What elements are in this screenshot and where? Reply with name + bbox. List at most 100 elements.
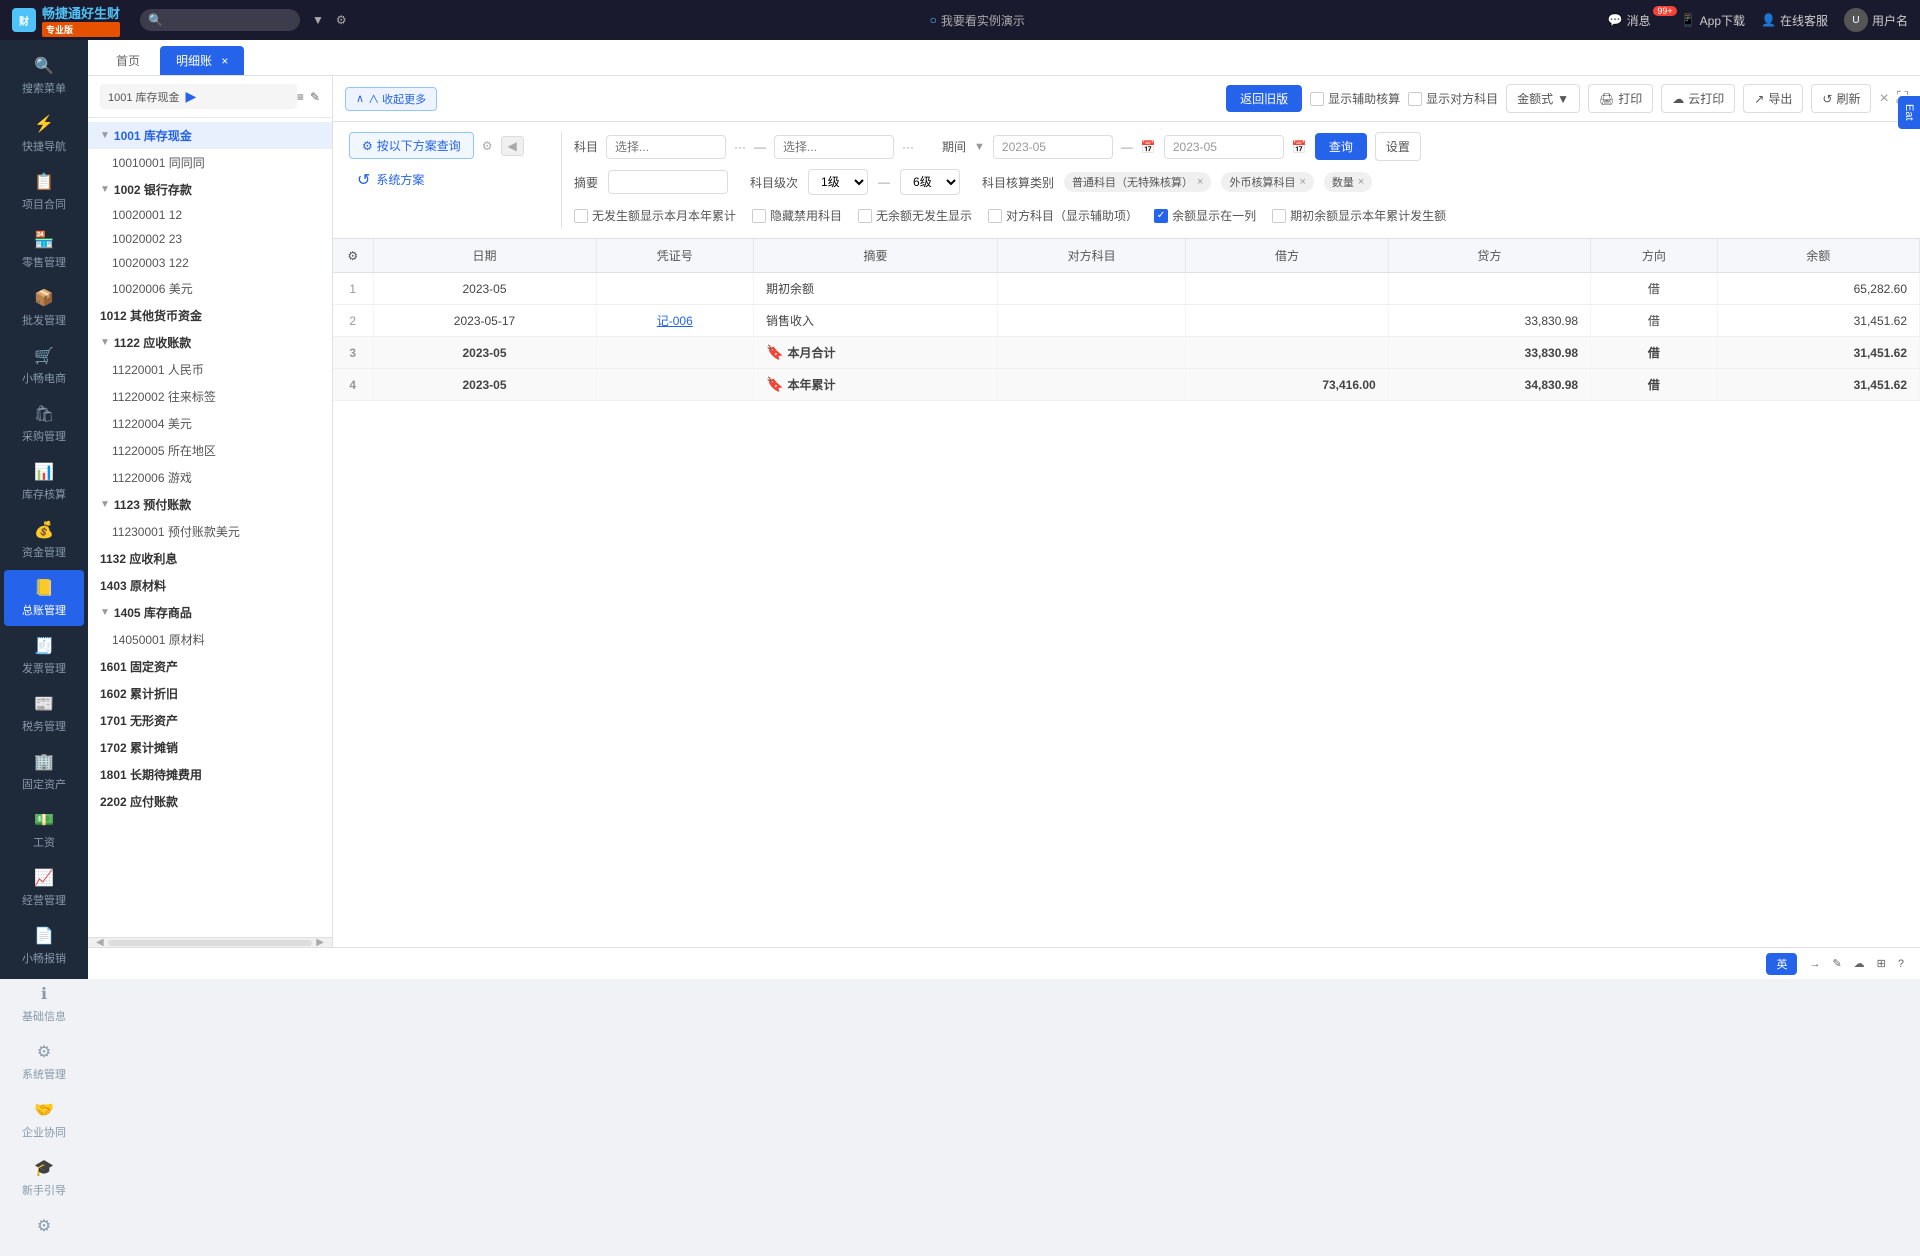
chk-initial[interactable]: 期初余额显示本年累计发生额 [1272,207,1446,224]
app-download-btn[interactable]: 📱 App下载 [1681,12,1745,29]
export-btn[interactable]: ↗ 导出 [1743,84,1803,113]
tree-item-10020003[interactable]: 10020003 122 [88,251,332,275]
tree-item-11220002[interactable]: 11220002 往来标签 [88,383,332,410]
tree-item-1123[interactable]: ▼ 1123 预付账款 [88,491,332,518]
tab-detail[interactable]: 明细账 × [160,46,244,75]
chk-box-opposite[interactable] [988,209,1002,223]
panel-list-icon[interactable]: ≡ [297,90,304,104]
demo-link[interactable]: ○ 我要看实例演示 [930,12,1025,29]
sidebar-item-quicknav[interactable]: ⚡ 快捷导航 [4,106,84,162]
tree-item-1403[interactable]: 1403 原材料 [88,572,332,599]
tree-item-11220001[interactable]: 11220001 人民币 [88,356,332,383]
system-plan-link[interactable]: 系统方案 [376,167,424,192]
sidebar-item-salary[interactable]: 💵 工资 [4,802,84,858]
tree-item-10010001[interactable]: 10010001 同同同 [88,149,332,176]
sidebar-item-contract[interactable]: 📋 项目合同 [4,164,84,220]
account-end-input[interactable] [774,135,894,159]
period-calendar-icon[interactable]: 📅 [1141,140,1156,154]
sidebar-item-basic[interactable]: ℹ 基础信息 [4,976,84,1032]
chk-box-show-one-col[interactable]: ✓ [1154,209,1168,223]
tree-item-11220005[interactable]: 11220005 所在地区 [88,437,332,464]
tag-normal[interactable]: 普通科目（无特殊核算） × [1064,172,1211,192]
amount-mode-btn[interactable]: 金额式 ▼ [1506,84,1580,113]
tree-item-1132[interactable]: 1132 应收利息 [88,545,332,572]
online-service-btn[interactable]: 👤 在线客服 [1761,12,1828,29]
period-end-input[interactable] [1164,135,1284,159]
account-selector[interactable]: 1001 库存现金 ▶ [100,84,297,109]
user-avatar[interactable]: U 用户名 [1844,8,1908,32]
message-btn[interactable]: 💬 消息 99+ [1608,12,1665,29]
chk-no-balance2[interactable]: 无余额无发生显示 [858,207,972,224]
status-item-3[interactable]: ☁ [1854,957,1865,970]
tag-quantity[interactable]: 数量 × [1324,172,1372,192]
return-old-btn[interactable]: 返回旧版 [1226,85,1302,112]
tab-close-btn[interactable]: × [221,54,228,68]
eat-btn[interactable]: Eat [1898,96,1920,129]
sidebar-item-operation[interactable]: 📈 经营管理 [4,860,84,916]
chk-no-balance[interactable]: 无发生额显示本月本年累计 [574,207,736,224]
chk-box-no-balance[interactable] [574,209,588,223]
tree-item-1701[interactable]: 1701 无形资产 [88,707,332,734]
show-opposite-chkbox[interactable] [1408,92,1422,106]
voucher-link[interactable]: 记-006 [657,314,693,328]
tree-item-1702[interactable]: 1702 累计摊销 [88,734,332,761]
cloud-print-btn[interactable]: ☁ 云打印 [1661,84,1735,113]
period-calendar-icon2[interactable]: 📅 [1292,140,1307,154]
sidebar-item-report[interactable]: 📄 小畅报销 [4,918,84,974]
sidebar-item-inventory[interactable]: 📊 库存核算 [4,454,84,510]
scroll-left-btn[interactable]: ◀ [96,937,104,947]
tag-foreign[interactable]: 外币核算科目 × [1221,172,1313,192]
tree-item-14050001[interactable]: 14050001 原材料 [88,626,332,653]
tree-item-11220004[interactable]: 11220004 美元 [88,410,332,437]
chk-hide-disabled[interactable]: 隐藏禁用科目 [752,207,842,224]
sidebar-item-wholesale[interactable]: 📦 批发管理 [4,280,84,336]
tree-item-10020002[interactable]: 10020002 23 [88,227,332,251]
sidebar-item-guide[interactable]: 🎓 新手引导 [4,1150,84,1206]
status-item-2[interactable]: ✎ [1832,957,1841,970]
tree-item-1012[interactable]: 1012 其他货币资金 [88,302,332,329]
level-start-select[interactable]: 1级 [808,169,868,195]
sidebar-settings-btn[interactable]: ⚙ [4,1208,84,1244]
level-end-select[interactable]: 6级 [900,169,960,195]
status-item-5[interactable]: ? [1898,958,1904,970]
sidebar-item-capital[interactable]: 💰 资金管理 [4,512,84,568]
chk-opposite[interactable]: 对方科目（显示辅助项） [988,207,1138,224]
chk-show-one-col[interactable]: ✓ 余额显示在一列 [1154,207,1256,224]
period-type-selector[interactable]: ▼ [974,141,985,153]
h-scrollbar[interactable] [108,940,313,946]
tree-item-1602[interactable]: 1602 累计折旧 [88,680,332,707]
refresh-btn[interactable]: ↺ 刷新 [1811,84,1871,113]
close-btn[interactable]: × [1879,90,1888,108]
sidebar-item-retail[interactable]: 🏪 零售管理 [4,222,84,278]
scroll-right-btn[interactable]: ▶ [316,937,324,947]
tag-foreign-remove[interactable]: × [1299,176,1305,188]
query-btn[interactable]: 查询 [1315,133,1367,160]
sidebar-item-coop[interactable]: 🤝 企业协同 [4,1092,84,1148]
status-item-4[interactable]: ⊞ [1877,957,1886,970]
filter-collapse-icon[interactable]: ◀ [501,136,524,156]
tree-item-1001[interactable]: ▼ 1001 库存现金 [88,122,332,149]
query-plan-btn[interactable]: ⚙ 按以下方案查询 [349,132,474,159]
print-btn[interactable]: 🖨 打印 [1588,84,1653,113]
tree-item-1601[interactable]: 1601 固定资产 [88,653,332,680]
chk-box-no-balance2[interactable] [858,209,872,223]
sidebar-item-fixed-assets[interactable]: 🏢 固定资产 [4,744,84,800]
settings-btn[interactable]: 设置 [1375,132,1421,161]
tag-quantity-remove[interactable]: × [1358,176,1364,188]
tree-item-2202[interactable]: 2202 应付账款 [88,788,332,815]
h-scrollbar-area[interactable]: ◀ ▶ [88,937,332,947]
summary-input[interactable] [608,170,728,194]
panel-edit-icon[interactable]: ✎ [310,90,320,104]
tab-home[interactable]: 首页 [100,46,156,75]
lang-switch-btn[interactable]: 英 [1766,953,1797,975]
chk-box-initial[interactable] [1272,209,1286,223]
sidebar-item-tax[interactable]: 📰 税务管理 [4,686,84,742]
sidebar-item-purchase[interactable]: 🛍 采购管理 [4,396,84,452]
tree-item-10020006[interactable]: 10020006 美元 [88,275,332,302]
sidebar-item-search[interactable]: 🔍 搜索菜单 [4,48,84,104]
tree-item-10020001[interactable]: 10020001 12 [88,203,332,227]
sidebar-item-invoice[interactable]: 🧾 发票管理 [4,628,84,684]
sidebar-item-general[interactable]: 📒 总账管理 [4,570,84,626]
dropdown-icon[interactable]: ▼ [312,13,324,27]
account-start-input[interactable] [606,135,726,159]
